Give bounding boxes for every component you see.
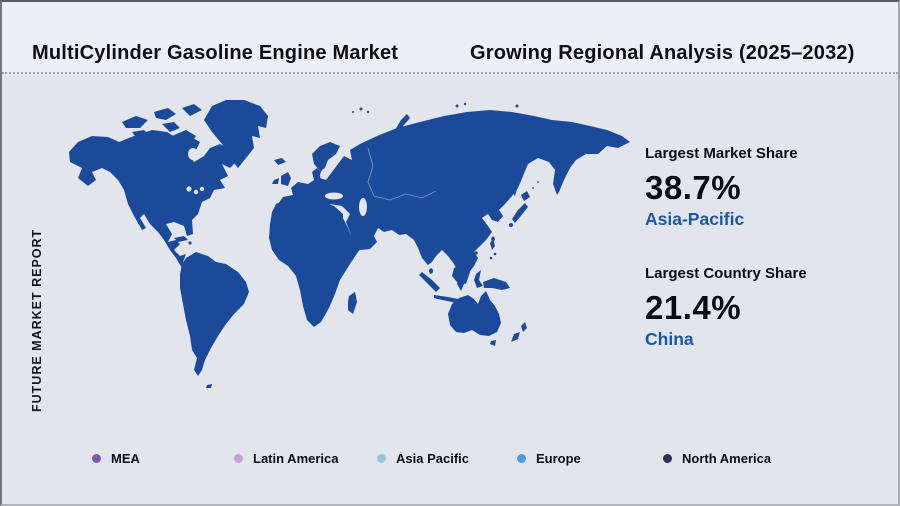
stat-label: Largest Country Share <box>645 265 807 282</box>
legend-label: MEA <box>111 450 140 466</box>
world-map <box>62 92 642 412</box>
legend-dot-icon <box>234 453 243 463</box>
legend-label: Asia Pacific <box>396 450 469 466</box>
legend-item-asia-pacific: Asia Pacific <box>377 449 469 467</box>
legend-dot-icon <box>92 453 101 463</box>
page-subtitle: Growing Regional Analysis (2025–2032) <box>470 42 855 64</box>
stat-region: Asia-Pacific <box>645 209 745 230</box>
legend-dot-icon <box>517 453 526 463</box>
legend: MEA Latin America Asia Pacific Europe No… <box>2 449 898 467</box>
legend-label: North America <box>682 450 772 466</box>
legend-item-europe: Europe <box>517 449 581 467</box>
stat-largest-market-share: Largest Market Share 38.7% Asia-Pacific <box>645 145 798 230</box>
legend-item-latin-america: Latin America <box>234 449 339 467</box>
legend-item-north-america: North America <box>663 449 771 467</box>
world-map-icon <box>69 100 630 388</box>
legend-dot-icon <box>663 453 672 463</box>
legend-item-mea: MEA <box>92 449 140 467</box>
infographic-frame: MultiCylinder Gasoline Engine Market Gro… <box>0 0 900 506</box>
stat-largest-country-share: Largest Country Share 21.4% China <box>645 265 807 350</box>
header: MultiCylinder Gasoline Engine Market Gro… <box>2 2 898 74</box>
stat-label: Largest Market Share <box>645 145 798 162</box>
stat-value: 38.7% <box>645 169 742 206</box>
page-title: MultiCylinder Gasoline Engine Market <box>32 42 399 64</box>
legend-label: Europe <box>536 450 581 466</box>
stat-region: China <box>645 329 694 350</box>
brand-watermark: FUTURE MARKET REPORT <box>30 228 44 412</box>
legend-label: Latin America <box>253 450 339 466</box>
legend-dot-icon <box>377 453 386 463</box>
stat-value: 21.4% <box>645 289 742 326</box>
